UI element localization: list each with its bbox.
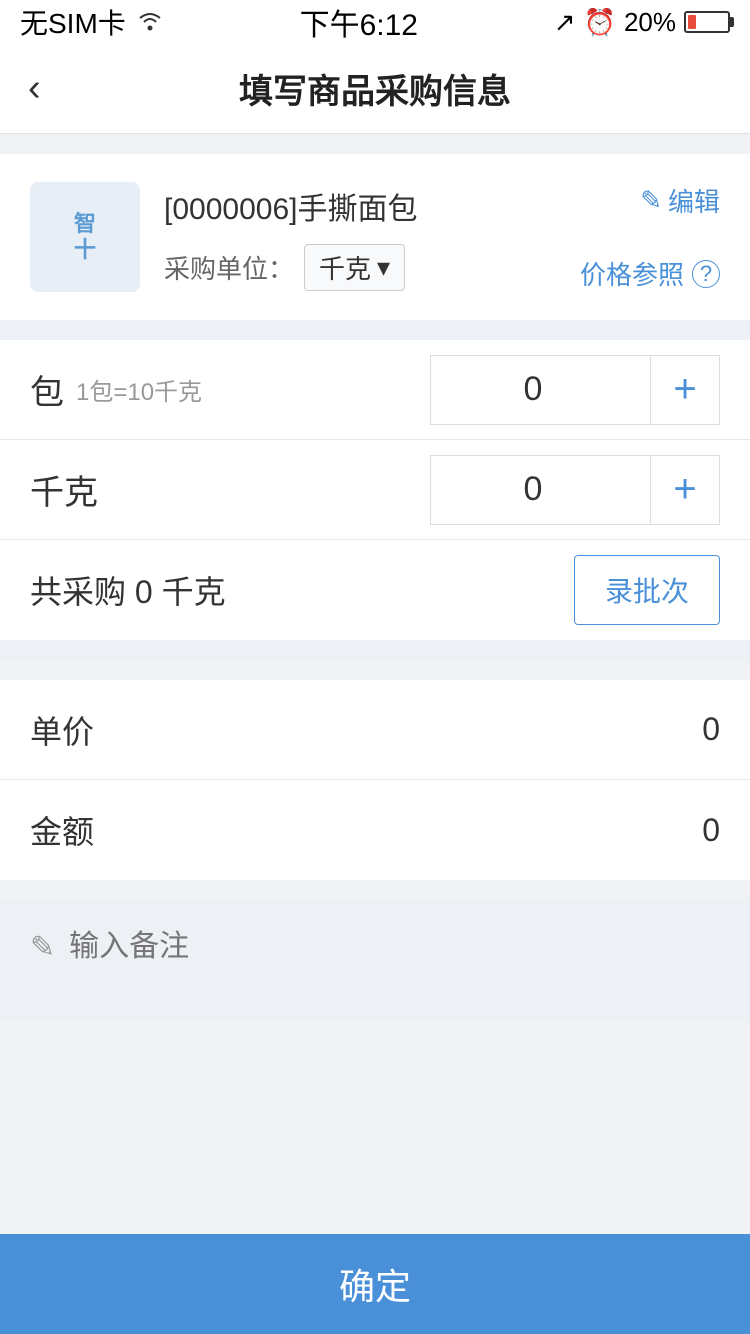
back-button[interactable]: ‹ <box>28 67 41 110</box>
confirm-button[interactable]: 确定 <box>0 1234 750 1334</box>
amount-label: 金额 <box>30 807 94 853</box>
kg-input-control: + <box>430 455 720 525</box>
kg-input-row: 千克 + <box>0 440 750 540</box>
pencil-icon: ✎ <box>30 930 55 965</box>
status-bar: 无SIM卡 下午6:12 ↗ ⏰ 20% <box>0 0 750 44</box>
status-time: 下午6:12 <box>300 0 418 44</box>
battery-percent: 20% <box>624 7 676 38</box>
total-label: 共采购 0 千克 <box>30 567 226 613</box>
product-image: 智 十 <box>30 182 140 292</box>
location-icon: ↗ <box>554 7 576 38</box>
bag-plus-button[interactable]: + <box>650 355 720 425</box>
status-left: 无SIM卡 <box>20 2 164 42</box>
alarm-icon: ⏰ <box>584 7 616 38</box>
unit-label: 采购单位： <box>164 249 294 286</box>
product-card: 智 十 [0000006]手撕面包 采购单位： 千克 ▾ ✎ 编辑 价格参照 ? <box>0 154 750 320</box>
kg-label: 千克 <box>30 465 98 514</box>
price-ref-icon: ? <box>692 260 720 288</box>
batch-button[interactable]: 录批次 <box>574 555 720 625</box>
total-value: 0 <box>135 574 153 610</box>
bag-quantity-input[interactable] <box>430 355 650 425</box>
note-section: ✎ <box>0 900 750 1020</box>
kg-plus-button[interactable]: + <box>650 455 720 525</box>
note-input[interactable] <box>69 930 720 964</box>
amount-row: 金额 0 <box>0 780 750 880</box>
edit-button[interactable]: ✎ 编辑 <box>640 182 720 219</box>
status-right: ↗ ⏰ 20% <box>554 7 730 38</box>
unit-select[interactable]: 千克 ▾ <box>304 244 405 291</box>
divider-2 <box>0 640 750 660</box>
price-ref-button[interactable]: 价格参照 ? <box>580 255 720 292</box>
wifi-icon <box>136 6 164 38</box>
total-row: 共采购 0 千克 录批次 <box>0 540 750 640</box>
price-section: 单价 0 金额 0 <box>0 680 750 880</box>
product-logo: 智 十 <box>74 211 96 264</box>
bag-label: 包 1包=10千克 <box>30 365 202 414</box>
bag-input-row: 包 1包=10千克 + <box>0 340 750 440</box>
product-name: [0000006]手撕面包 <box>164 184 720 228</box>
bag-hint: 1包=10千克 <box>76 372 202 407</box>
total-unit: 千克 <box>162 574 226 610</box>
divider-1 <box>0 320 750 340</box>
edit-icon: ✎ <box>640 185 662 216</box>
unit-price-row: 单价 0 <box>0 680 750 780</box>
carrier-label: 无SIM卡 <box>20 2 126 42</box>
bag-input-control: + <box>430 355 720 425</box>
nav-bar: ‹ 填写商品采购信息 <box>0 44 750 134</box>
battery-icon <box>684 11 730 33</box>
unit-price-label: 单价 <box>30 707 94 753</box>
amount-value: 0 <box>702 812 720 849</box>
unit-price-value: 0 <box>702 711 720 748</box>
input-section: 包 1包=10千克 + 千克 + 共采购 0 千克 录批次 <box>0 340 750 640</box>
page-title: 填写商品采购信息 <box>239 64 511 113</box>
kg-quantity-input[interactable] <box>430 455 650 525</box>
